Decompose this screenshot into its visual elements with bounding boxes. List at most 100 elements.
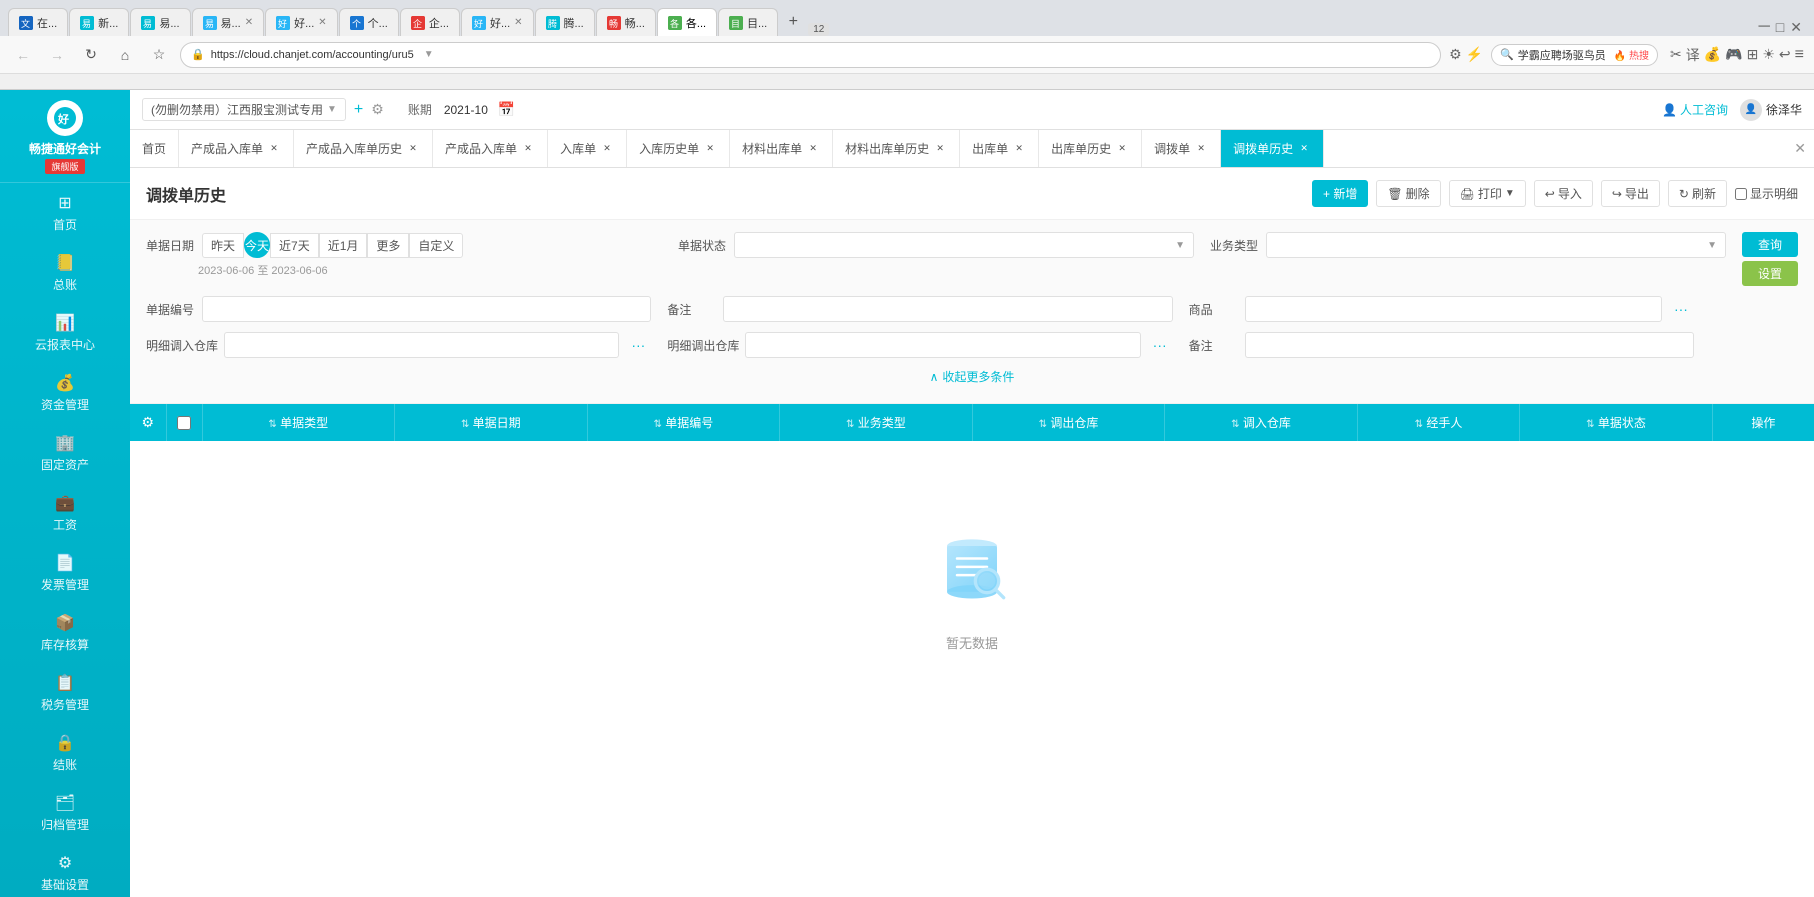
browser-tab-8[interactable]: 好 好... ✕ [461, 8, 534, 36]
nav-tab-transfer-close[interactable]: ✕ [1194, 142, 1208, 156]
sidebar-item-salary[interactable]: 💼 工资 [0, 483, 130, 543]
menu-icon[interactable]: ≡ [1795, 46, 1804, 64]
game-icon[interactable]: 🎮 [1725, 46, 1742, 63]
nav-tab-home[interactable]: 首页 [130, 130, 179, 168]
th-doc-status[interactable]: ⇅ 单据状态 [1520, 404, 1713, 441]
date-btn-1month[interactable]: 近1月 [319, 233, 368, 258]
th-in-warehouse[interactable]: ⇅ 调入仓库 [1165, 404, 1358, 441]
scissors-icon[interactable]: ✂ [1670, 46, 1682, 63]
sidebar-item-asset[interactable]: 🏢 固定资产 [0, 423, 130, 483]
browser-tab-close-8[interactable]: ✕ [514, 17, 522, 28]
tab-nav-close[interactable]: ✕ [1786, 140, 1814, 157]
date-btn-7days[interactable]: 近7天 [270, 233, 319, 258]
nav-tab-product-in2-close[interactable]: ✕ [521, 142, 535, 156]
export-button[interactable]: ↪ 导出 [1601, 180, 1660, 207]
close-button[interactable]: ✕ [1790, 19, 1802, 36]
nav-tab-mat-out[interactable]: 材料出库单 ✕ [730, 130, 833, 168]
detail-in-ellipsis[interactable]: ··· [625, 334, 651, 356]
settings-org-icon[interactable]: ⚙ [371, 101, 384, 118]
browser-tab-1[interactable]: 文 在... [8, 8, 68, 36]
browser-tab-2[interactable]: 易 新... [69, 8, 129, 36]
service-button[interactable]: 👤 人工咨询 [1662, 101, 1728, 118]
undo-icon[interactable]: ↩ [1779, 46, 1791, 63]
sidebar-item-fund[interactable]: 💰 资金管理 [0, 363, 130, 423]
sidebar-item-tax[interactable]: 📋 税务管理 [0, 663, 130, 723]
th-doc-type[interactable]: ⇅ 单据类型 [202, 404, 395, 441]
detail-out-input[interactable] [745, 332, 1140, 358]
th-biz-type[interactable]: ⇅ 业务类型 [780, 404, 973, 441]
sidebar-item-invoice[interactable]: 📄 发票管理 [0, 543, 130, 603]
home-button[interactable]: ⌂ [112, 42, 138, 68]
note-input[interactable] [723, 296, 1172, 322]
docnum-input[interactable] [202, 296, 651, 322]
maximize-button[interactable]: □ [1776, 19, 1784, 35]
date-btn-more[interactable]: 更多 [367, 233, 409, 258]
detail-in-input[interactable] [224, 332, 619, 358]
nav-tab-mat-out-history[interactable]: 材料出库单历史 ✕ [833, 130, 960, 168]
nav-tab-transfer-history-close[interactable]: ✕ [1297, 142, 1311, 156]
goods-input[interactable] [1245, 296, 1662, 322]
date-btn-yesterday[interactable]: 昨天 [202, 233, 244, 258]
nav-tab-mat-out-history-close[interactable]: ✕ [933, 142, 947, 156]
translate-icon[interactable]: 译 [1686, 45, 1700, 65]
org-selector[interactable]: (勿删勿禁用）江西服宝测试专用 ▼ [142, 98, 346, 121]
all-close-icon[interactable]: ✕ [1794, 140, 1806, 157]
user-info[interactable]: 👤 徐泽华 [1740, 99, 1802, 121]
sidebar-item-close[interactable]: 🔒 结账 [0, 723, 130, 783]
goods-ellipsis[interactable]: ··· [1668, 298, 1694, 320]
add-org-button[interactable]: + [354, 101, 363, 119]
bookmark-button[interactable]: ☆ [146, 42, 172, 68]
sidebar-item-archive[interactable]: 🗂 归档管理 [0, 783, 130, 843]
refresh-button[interactable]: ↻ 刷新 [1668, 180, 1727, 207]
detail-out-ellipsis[interactable]: ··· [1147, 334, 1173, 356]
th-checkbox[interactable] [166, 404, 202, 441]
show-cols-checkbox[interactable]: 显示明细 [1735, 185, 1798, 202]
th-out-warehouse[interactable]: ⇅ 调出仓库 [972, 404, 1165, 441]
nav-tab-transfer[interactable]: 调拨单 ✕ [1142, 130, 1221, 168]
lightning-icon[interactable]: ⚡ [1466, 46, 1483, 63]
nav-tab-product-in2[interactable]: 产成品入库单 ✕ [433, 130, 548, 168]
address-bar[interactable]: 🔒 https://cloud.chanjet.com/accounting/u… [180, 42, 1441, 68]
status-select[interactable]: ▼ [734, 232, 1194, 258]
th-doc-date[interactable]: ⇅ 单据日期 [395, 404, 588, 441]
browser-tab-9[interactable]: 腾 腾... [535, 8, 595, 36]
calendar-icon[interactable]: 📅 [498, 101, 515, 118]
sidebar-item-report[interactable]: 📊 云报表中心 [0, 303, 130, 363]
new-button[interactable]: + 新增 [1312, 180, 1368, 207]
sidebar-item-ledger[interactable]: 📒 总账 [0, 243, 130, 303]
grid-icon[interactable]: ⊞ [1747, 46, 1759, 63]
date-btn-custom[interactable]: 自定义 [409, 233, 463, 258]
collapse-btn[interactable]: ∧ 收起更多条件 [146, 362, 1798, 391]
sidebar-item-home[interactable]: ⊞ 首页 [0, 183, 130, 243]
browser-search-bar[interactable]: 🔍 学霸应聘场驱鸟员 🔥 热搜 [1491, 44, 1658, 66]
wallet-icon[interactable]: 💰 [1704, 46, 1721, 63]
browser-tab-4[interactable]: 易 易... ✕ [192, 8, 265, 36]
th-doc-num[interactable]: ⇅ 单据编号 [587, 404, 780, 441]
nav-tab-product-in[interactable]: 产成品入库单 ✕ [179, 130, 294, 168]
settings-filter-button[interactable]: 设置 [1742, 261, 1798, 286]
table-settings-icon[interactable]: ⚙ [141, 414, 154, 430]
query-button[interactable]: 查询 [1742, 232, 1798, 257]
nav-tab-transfer-history[interactable]: 调拨单历史 ✕ [1221, 130, 1324, 168]
browser-tab-3[interactable]: 易 易... [130, 8, 190, 36]
nav-tab-in-history-close[interactable]: ✕ [703, 142, 717, 156]
tab-add-button[interactable]: + [779, 8, 807, 36]
nav-tab-in-history[interactable]: 入库历史单 ✕ [627, 130, 730, 168]
nav-tab-out-order[interactable]: 出库单 ✕ [960, 130, 1039, 168]
dropdown-icon[interactable]: ▼ [424, 49, 434, 60]
nav-tab-out-history[interactable]: 出库单历史 ✕ [1039, 130, 1142, 168]
note2-input[interactable] [1245, 332, 1694, 358]
delete-button[interactable]: 🗑 删除 [1376, 180, 1440, 207]
nav-tab-product-in-close[interactable]: ✕ [267, 142, 281, 156]
theme-icon[interactable]: ☀ [1762, 46, 1775, 63]
import-button[interactable]: ↩ 导入 [1534, 180, 1593, 207]
browser-tab-close-4[interactable]: ✕ [245, 17, 253, 28]
nav-tab-product-in-history-close[interactable]: ✕ [406, 142, 420, 156]
minimize-button[interactable]: ─ [1758, 18, 1769, 36]
sidebar-item-settings[interactable]: ⚙ 基础设置 [0, 843, 130, 897]
date-btn-today[interactable]: 今天 [244, 232, 270, 258]
nav-tab-mat-out-close[interactable]: ✕ [806, 142, 820, 156]
biz-select[interactable]: ▼ [1266, 232, 1726, 258]
th-settings[interactable]: ⚙ [130, 404, 166, 441]
browser-tab-7[interactable]: 企 企... [400, 8, 460, 36]
